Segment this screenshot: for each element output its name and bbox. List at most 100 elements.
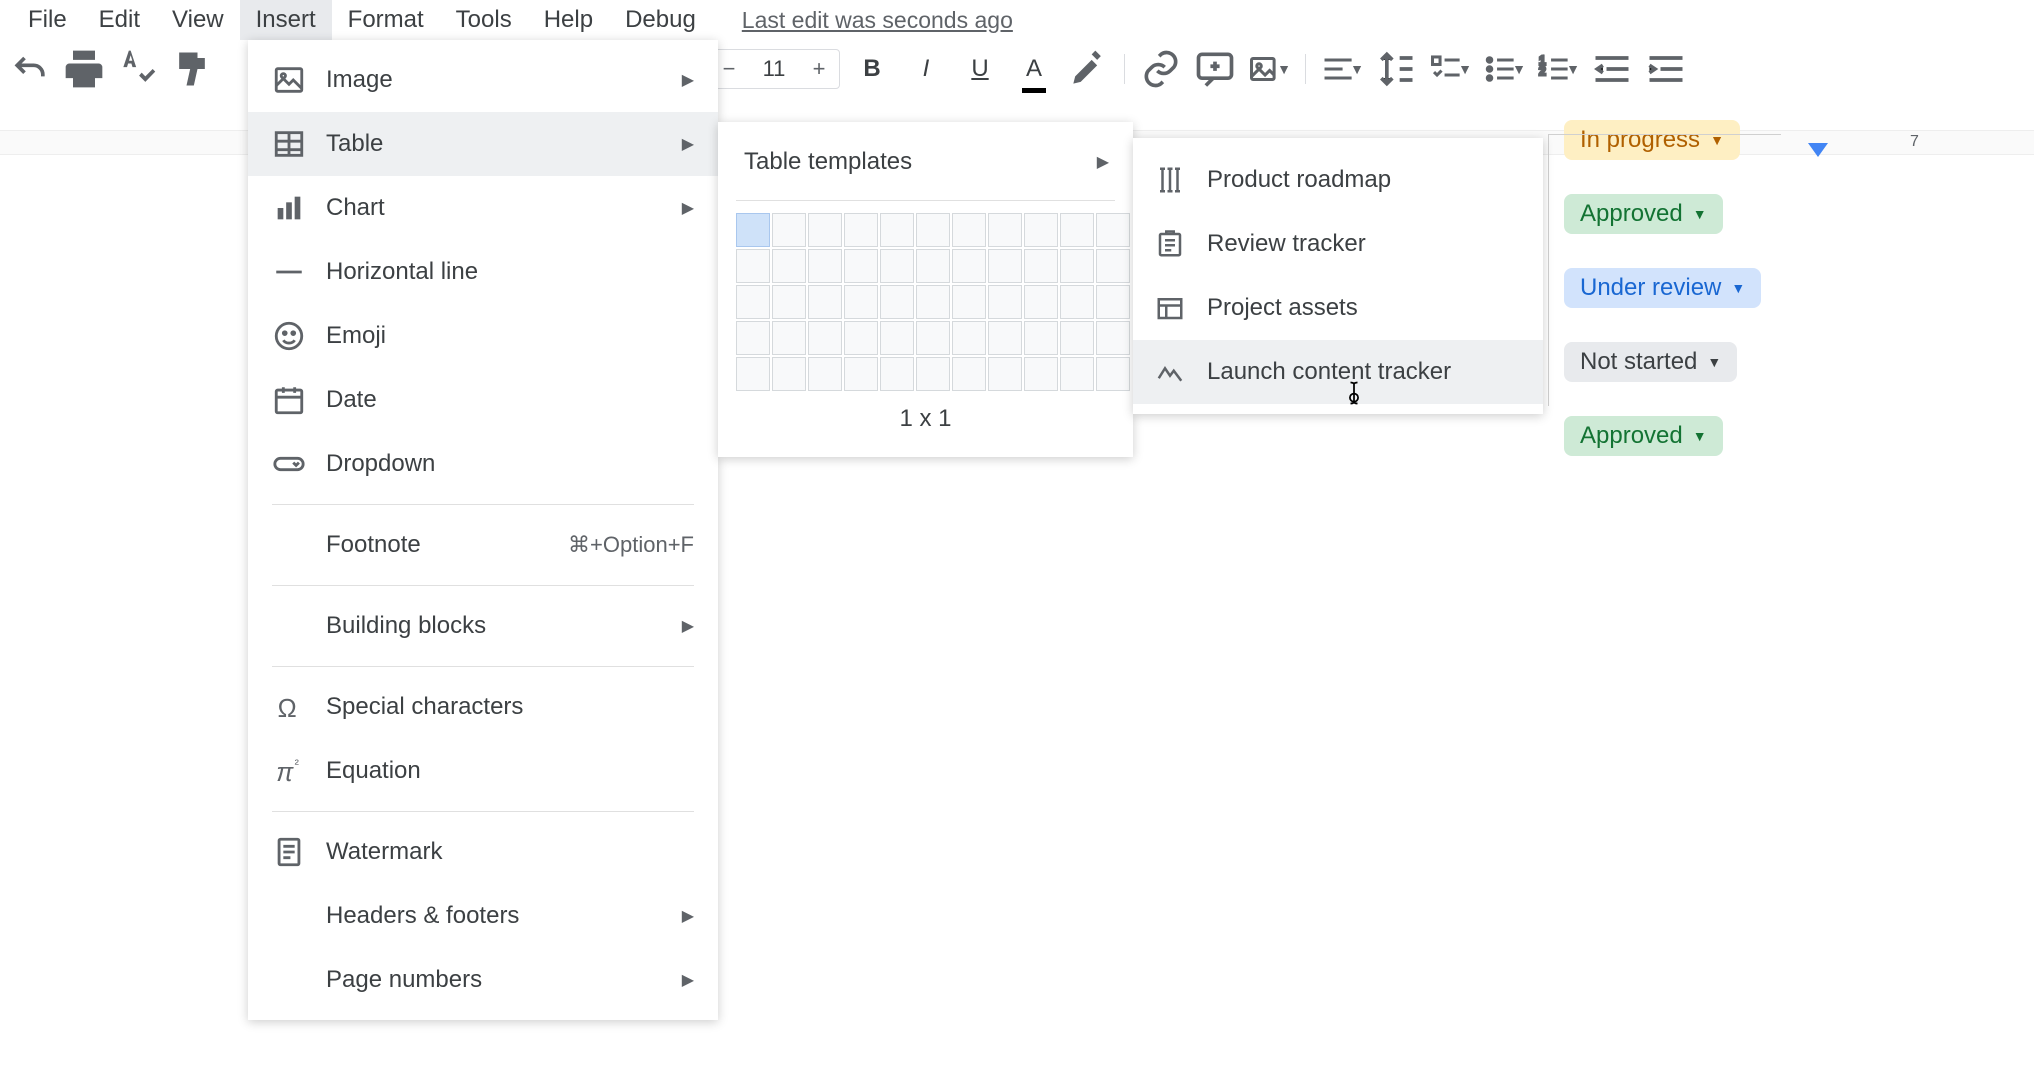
bold-button[interactable]: B [850, 47, 894, 91]
bullet-list-button[interactable]: ▼ [1482, 47, 1526, 91]
table-grid-cell[interactable] [736, 249, 770, 283]
image-insert-button[interactable]: ▼ [1247, 47, 1291, 91]
text-color-button[interactable]: A [1012, 47, 1056, 91]
insert-menu-item[interactable]: Table▶ [248, 112, 718, 176]
table-grid-cell[interactable] [844, 321, 878, 355]
insert-menu-item[interactable]: Image▶ [248, 48, 718, 112]
menu-help[interactable]: Help [528, 0, 609, 40]
table-grid-cell[interactable] [916, 285, 950, 319]
table-grid-cell[interactable] [844, 249, 878, 283]
table-grid-cell[interactable] [1060, 321, 1094, 355]
table-grid-cell[interactable] [988, 357, 1022, 391]
table-grid-cell[interactable] [1060, 249, 1094, 283]
italic-button[interactable]: I [904, 47, 948, 91]
table-grid-cell[interactable] [988, 285, 1022, 319]
template-item[interactable]: Launch content tracker [1133, 340, 1543, 404]
menu-debug[interactable]: Debug [609, 0, 712, 40]
table-grid-cell[interactable] [916, 357, 950, 391]
table-grid-cell[interactable] [808, 285, 842, 319]
table-grid-cell[interactable] [880, 321, 914, 355]
table-grid-cell[interactable] [916, 321, 950, 355]
table-grid-cell[interactable] [844, 285, 878, 319]
table-grid-cell[interactable] [808, 357, 842, 391]
table-grid-cell[interactable] [988, 321, 1022, 355]
table-grid-cell[interactable] [736, 357, 770, 391]
table-grid-cell[interactable] [880, 285, 914, 319]
insert-menu-item[interactable]: Headers & footers▶ [248, 884, 718, 948]
status-chip[interactable]: In progress▼ [1564, 120, 1740, 160]
checklist-button[interactable]: ▼ [1428, 47, 1472, 91]
template-item[interactable]: Review tracker [1133, 212, 1543, 276]
table-grid-cell[interactable] [952, 249, 986, 283]
insert-menu-item[interactable]: Date [248, 368, 718, 432]
line-spacing-button[interactable] [1374, 47, 1418, 91]
table-grid-cell[interactable] [952, 321, 986, 355]
numbered-list-button[interactable]: 12▼ [1536, 47, 1580, 91]
template-item[interactable]: Product roadmap [1133, 148, 1543, 212]
insert-menu-item[interactable]: Horizontal line [248, 240, 718, 304]
redo-icon[interactable] [8, 47, 52, 91]
insert-menu-item[interactable]: π²Equation [248, 739, 718, 803]
table-grid-cell[interactable] [916, 213, 950, 247]
insert-menu-item[interactable]: Page numbers▶ [248, 948, 718, 1012]
table-grid-cell[interactable] [952, 213, 986, 247]
table-grid-cell[interactable] [1096, 249, 1130, 283]
align-button[interactable]: ▼ [1320, 47, 1364, 91]
table-grid-cell[interactable] [772, 285, 806, 319]
status-chip[interactable]: Not started▼ [1564, 342, 1737, 382]
insert-menu-item[interactable]: Emoji [248, 304, 718, 368]
comment-button[interactable] [1193, 47, 1237, 91]
table-grid-cell[interactable] [1060, 285, 1094, 319]
table-grid-cell[interactable] [772, 213, 806, 247]
table-grid-cell[interactable] [1024, 285, 1058, 319]
font-size-value[interactable]: 11 [749, 56, 799, 82]
table-templates-item[interactable]: Table templates ▶ [718, 132, 1133, 192]
status-chip[interactable]: Under review▼ [1564, 268, 1761, 308]
table-grid-cell[interactable] [736, 285, 770, 319]
table-grid-cell[interactable] [916, 249, 950, 283]
table-grid-cell[interactable] [844, 213, 878, 247]
insert-menu-item[interactable]: Chart▶ [248, 176, 718, 240]
ruler-indent-marker[interactable] [1808, 143, 1828, 157]
underline-button[interactable]: U [958, 47, 1002, 91]
indent-dec-button[interactable] [1590, 47, 1634, 91]
menu-insert[interactable]: Insert [240, 0, 332, 40]
menu-view[interactable]: View [156, 0, 240, 40]
table-grid-cell[interactable] [1024, 249, 1058, 283]
table-grid-cell[interactable] [1096, 285, 1130, 319]
highlight-button[interactable] [1066, 47, 1110, 91]
insert-menu-item[interactable]: Building blocks▶ [248, 594, 718, 658]
link-button[interactable] [1139, 47, 1183, 91]
last-edit-label[interactable]: Last edit was seconds ago [742, 7, 1013, 34]
table-grid-cell[interactable] [1060, 357, 1094, 391]
indent-inc-button[interactable] [1644, 47, 1688, 91]
table-grid-cell[interactable] [952, 357, 986, 391]
table-grid-picker[interactable] [718, 209, 1133, 399]
table-grid-cell[interactable] [1096, 321, 1130, 355]
table-grid-cell[interactable] [772, 321, 806, 355]
status-chip[interactable]: Approved▼ [1564, 416, 1723, 456]
menu-edit[interactable]: Edit [83, 0, 156, 40]
table-grid-cell[interactable] [880, 213, 914, 247]
menu-file[interactable]: File [12, 0, 83, 40]
font-size-inc[interactable]: + [799, 50, 839, 88]
spellcheck-icon[interactable] [116, 47, 160, 91]
template-item[interactable]: Project assets [1133, 276, 1543, 340]
table-grid-cell[interactable] [736, 213, 770, 247]
table-grid-cell[interactable] [1060, 213, 1094, 247]
table-grid-cell[interactable] [988, 213, 1022, 247]
paint-format-icon[interactable] [170, 47, 214, 91]
table-grid-cell[interactable] [880, 249, 914, 283]
table-grid-cell[interactable] [844, 357, 878, 391]
insert-menu-item[interactable]: Footnote⌘+Option+F [248, 513, 718, 577]
table-grid-cell[interactable] [1024, 357, 1058, 391]
table-grid-cell[interactable] [1024, 321, 1058, 355]
menu-tools[interactable]: Tools [440, 0, 528, 40]
menu-format[interactable]: Format [332, 0, 440, 40]
table-grid-cell[interactable] [988, 249, 1022, 283]
table-grid-cell[interactable] [1024, 213, 1058, 247]
table-grid-cell[interactable] [1096, 213, 1130, 247]
table-grid-cell[interactable] [736, 321, 770, 355]
insert-menu-item[interactable]: Watermark [248, 820, 718, 884]
insert-menu-item[interactable]: ΩSpecial characters [248, 675, 718, 739]
